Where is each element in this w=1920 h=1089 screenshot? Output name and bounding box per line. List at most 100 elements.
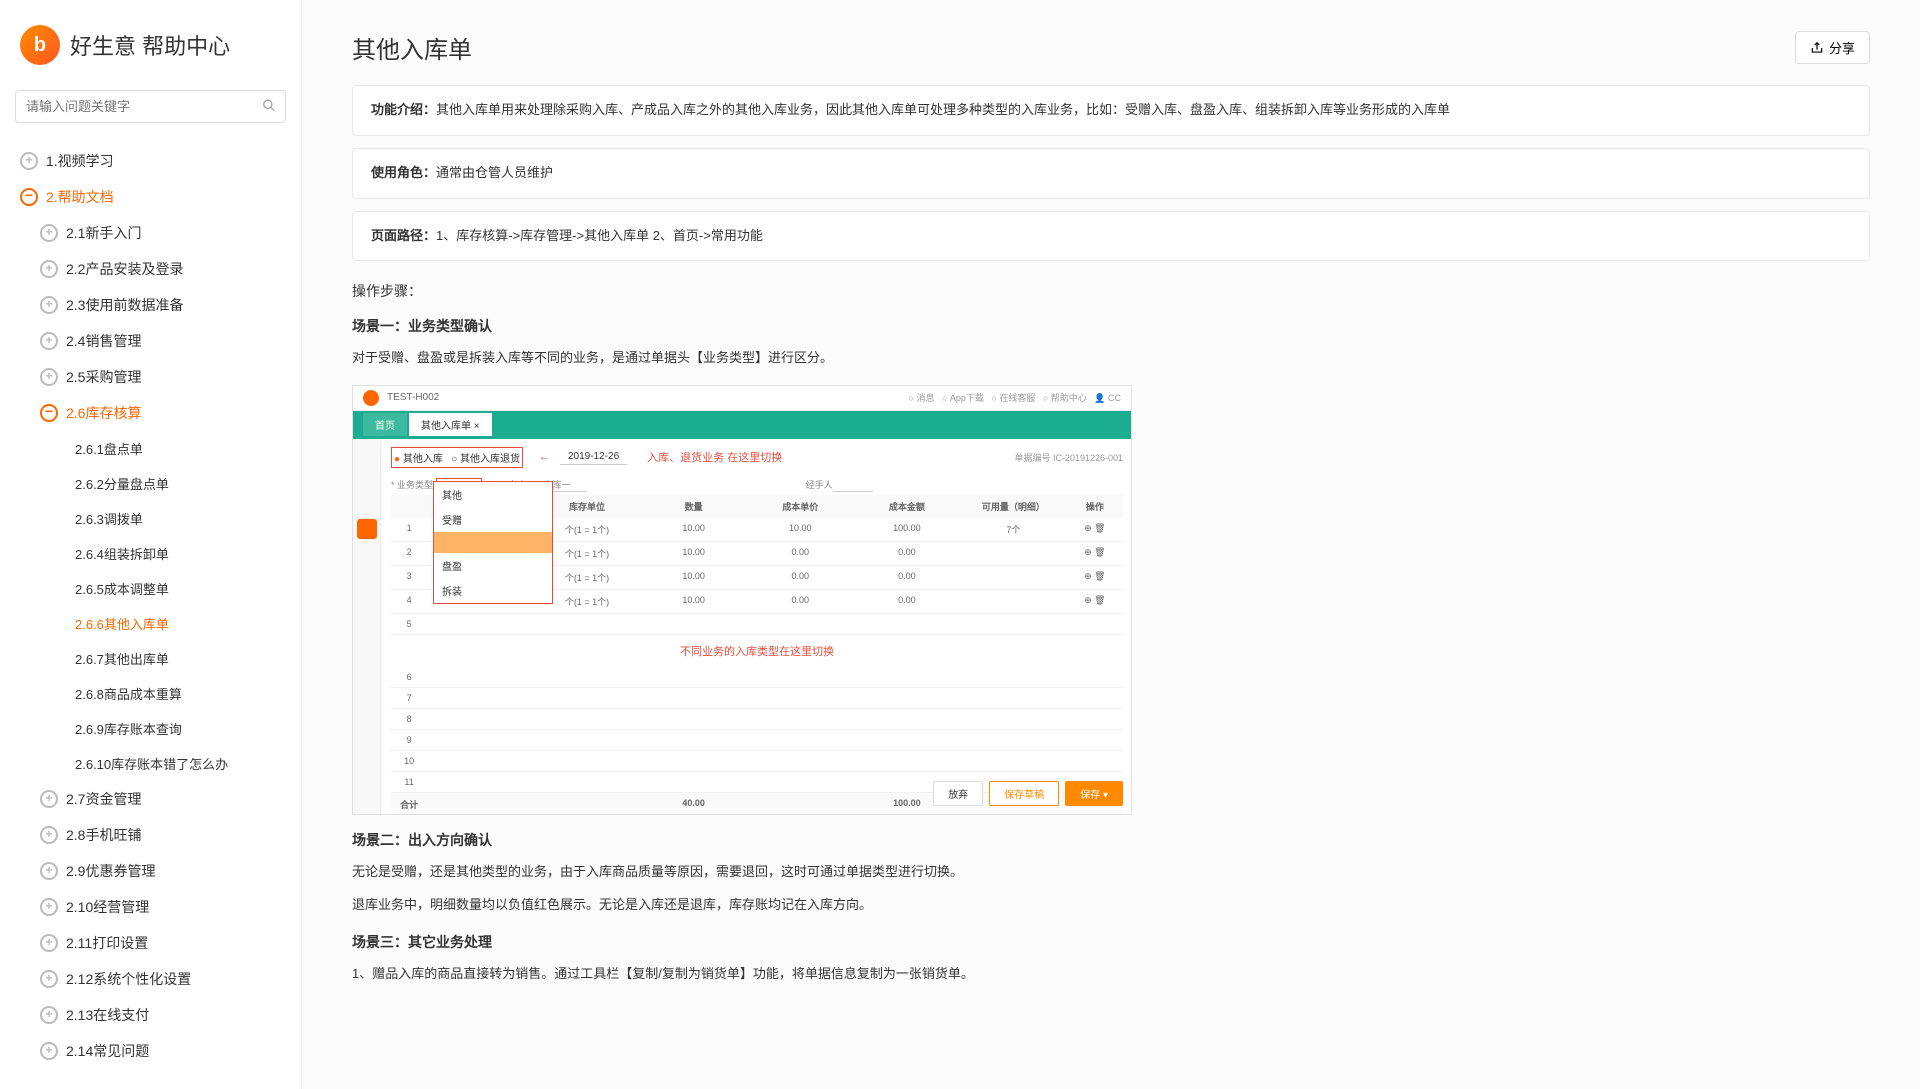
- share-icon: [1810, 41, 1824, 55]
- minus-icon: [40, 404, 58, 422]
- share-button[interactable]: 分享: [1795, 31, 1870, 64]
- embedded-screenshot: TEST-H002 ○ 消息 ○ App下载 ○ 在线客服 ○ 帮助中心 👤 C…: [352, 385, 1132, 815]
- scene2-text1: 无论是受赠，还是其他类型的业务，由于入库商品质量等原因，需要退回，这时可通过单据…: [352, 860, 1870, 883]
- nav-2-6-2[interactable]: 2.6.2分量盘点单: [15, 466, 286, 501]
- nav-2-5[interactable]: 2.5采购管理: [15, 359, 286, 395]
- plus-icon: [40, 862, 58, 880]
- ss-cell: 0.00: [854, 590, 961, 613]
- ss-dd-item: 盘盈: [434, 553, 552, 578]
- ss-cell: 10.00: [640, 590, 747, 613]
- nav-2-10[interactable]: 2.10经营管理: [15, 889, 286, 925]
- path-label: 页面路径：: [371, 228, 436, 243]
- nav-label: 2.6.9库存账本查询: [75, 719, 182, 738]
- nav-2-6-10[interactable]: 2.6.10库存账本错了怎么办: [15, 746, 286, 781]
- ss-cell: 0.00: [854, 542, 961, 565]
- plus-icon: [40, 1006, 58, 1024]
- scene3-title: 场景三：其它业务处理: [352, 932, 1870, 952]
- sidebar: b 好生意 帮助中心 1.视频学习 2.帮助文档 2.1新手入门 2.2产品安装…: [0, 0, 302, 1089]
- ss-tab-active: 其他入库单 ×: [409, 413, 492, 436]
- nav-video[interactable]: 1.视频学习: [15, 143, 286, 179]
- ss-th: 操作: [1067, 495, 1123, 518]
- nav-label: 2.9优惠券管理: [66, 861, 155, 881]
- ss-cell: 10.00: [640, 566, 747, 589]
- ss-radio2: 其他入库退货: [460, 454, 520, 465]
- nav-label: 2.6.8商品成本重算: [75, 684, 182, 703]
- nav-label: 2.6.7其他出库单: [75, 649, 169, 668]
- nav-label: 2.12系统个性化设置: [66, 969, 191, 989]
- nav-2-4[interactable]: 2.4销售管理: [15, 323, 286, 359]
- nav-2-6[interactable]: 2.6库存核算: [15, 395, 286, 431]
- nav-label: 1.视频学习: [46, 151, 114, 171]
- nav-2-6-1[interactable]: 2.6.1盘点单: [15, 431, 286, 466]
- nav-2-6-8[interactable]: 2.6.8商品成本重算: [15, 676, 286, 711]
- page-header: 其他入库单 分享: [352, 30, 1870, 65]
- nav-label: 2.6.4组装拆卸单: [75, 544, 169, 563]
- ss-th: 数量: [640, 495, 747, 518]
- plus-icon: [40, 332, 58, 350]
- ss-th: 成本金额: [854, 495, 961, 518]
- ss-th: 可用量（明细）: [960, 495, 1067, 518]
- nav-2-6-4[interactable]: 2.6.4组装拆卸单: [15, 536, 286, 571]
- table-row: 10: [391, 751, 1123, 772]
- ss-tenant: TEST-H002: [387, 392, 439, 403]
- nav-label: 2.6.10库存账本错了怎么办: [75, 754, 228, 773]
- nav-2-1[interactable]: 2.1新手入门: [15, 215, 286, 251]
- nav-2-11[interactable]: 2.11打印设置: [15, 925, 286, 961]
- ss-cancel-btn: 放弃: [933, 781, 983, 806]
- nav-label: 2.11打印设置: [66, 933, 148, 953]
- nav-2-12[interactable]: 2.12系统个性化设置: [15, 961, 286, 997]
- nav-label: 2.6.2分量盘点单: [75, 474, 169, 493]
- ss-cell: 0.00: [747, 542, 854, 565]
- nav-2-6-7[interactable]: 2.6.7其他出库单: [15, 641, 286, 676]
- ss-cell: 10.00: [640, 518, 747, 541]
- nav-help-docs[interactable]: 2.帮助文档: [15, 179, 286, 215]
- nav-2-6-6[interactable]: 2.6.6其他入库单: [15, 606, 286, 641]
- ss-topbar: TEST-H002 ○ 消息 ○ App下载 ○ 在线客服 ○ 帮助中心 👤 C…: [353, 386, 1131, 411]
- plus-icon: [40, 970, 58, 988]
- plus-icon: [40, 790, 58, 808]
- nav-label: 2.5采购管理: [66, 367, 141, 387]
- search-box: [15, 90, 286, 123]
- ss-dd-item: 其他: [434, 482, 552, 507]
- ss-dd-item-selected: [434, 532, 552, 553]
- ss-tabbar: 首页 其他入库单 ×: [353, 411, 1131, 439]
- search-icon[interactable]: [262, 98, 276, 115]
- ss-doc-code: 单据编号 IC-20191226-001: [1014, 451, 1123, 464]
- nav-2-13[interactable]: 2.13在线支付: [15, 997, 286, 1033]
- nav-2-6-3[interactable]: 2.6.3调拨单: [15, 501, 286, 536]
- nav-2-3[interactable]: 2.3使用前数据准备: [15, 287, 286, 323]
- brand-name: 好生意 帮助中心: [70, 29, 230, 61]
- content-section: 操作步骤： 场景一：业务类型确认 对于受赠、盘盈或是拆装入库等不同的业务，是通过…: [352, 281, 1870, 985]
- ss-cell: 10.00: [747, 518, 854, 541]
- nav-2-8[interactable]: 2.8手机旺铺: [15, 817, 286, 853]
- ss-save-btn: 保存 ▾: [1065, 781, 1123, 806]
- intro-text: 其他入库单用来处理除采购入库、产成品入库之外的其他入库业务，因此其他入库单可处理…: [436, 102, 1450, 117]
- nav-2-7[interactable]: 2.7资金管理: [15, 781, 286, 817]
- main-content: 其他入库单 分享 功能介绍：其他入库单用来处理除采购入库、产成品入库之外的其他入…: [302, 0, 1920, 1089]
- nav-2-14[interactable]: 2.14常见问题: [15, 1033, 286, 1069]
- nav-label: 2.6.5成本调整单: [75, 579, 169, 598]
- table-row: 9: [391, 730, 1123, 751]
- nav-2-6-5[interactable]: 2.6.5成本调整单: [15, 571, 286, 606]
- nav-label: 2.2产品安装及登录: [66, 259, 183, 279]
- ss-draft-btn: 保存草稿: [989, 781, 1059, 806]
- plus-icon: [40, 934, 58, 952]
- plus-icon: [40, 224, 58, 242]
- nav-label: 2.4销售管理: [66, 331, 141, 351]
- ss-date: 2019-12-26: [560, 449, 627, 465]
- brand-logo[interactable]: b 好生意 帮助中心: [15, 20, 286, 70]
- ss-rail-icon: [357, 519, 377, 539]
- nav-2-9[interactable]: 2.9优惠券管理: [15, 853, 286, 889]
- nav-tree: 1.视频学习 2.帮助文档 2.1新手入门 2.2产品安装及登录 2.3使用前数…: [15, 143, 286, 1069]
- ss-side-rail: [353, 439, 381, 814]
- ss-save-label: 保存: [1080, 790, 1100, 801]
- nav-2-6-9[interactable]: 2.6.9库存账本查询: [15, 711, 286, 746]
- nav-2-2[interactable]: 2.2产品安装及登录: [15, 251, 286, 287]
- role-box: 使用角色：通常由仓管人员维护: [352, 148, 1870, 199]
- ss-dropdown: 其他 受赠 盘盈 拆装: [433, 481, 553, 604]
- nav-label: 2.6库存核算: [66, 403, 141, 423]
- ss-cell: 0.00: [854, 566, 961, 589]
- table-row: 7: [391, 688, 1123, 709]
- search-input[interactable]: [15, 90, 286, 123]
- ss-annotation-2: 不同业务的入库类型在这里切换: [680, 646, 834, 658]
